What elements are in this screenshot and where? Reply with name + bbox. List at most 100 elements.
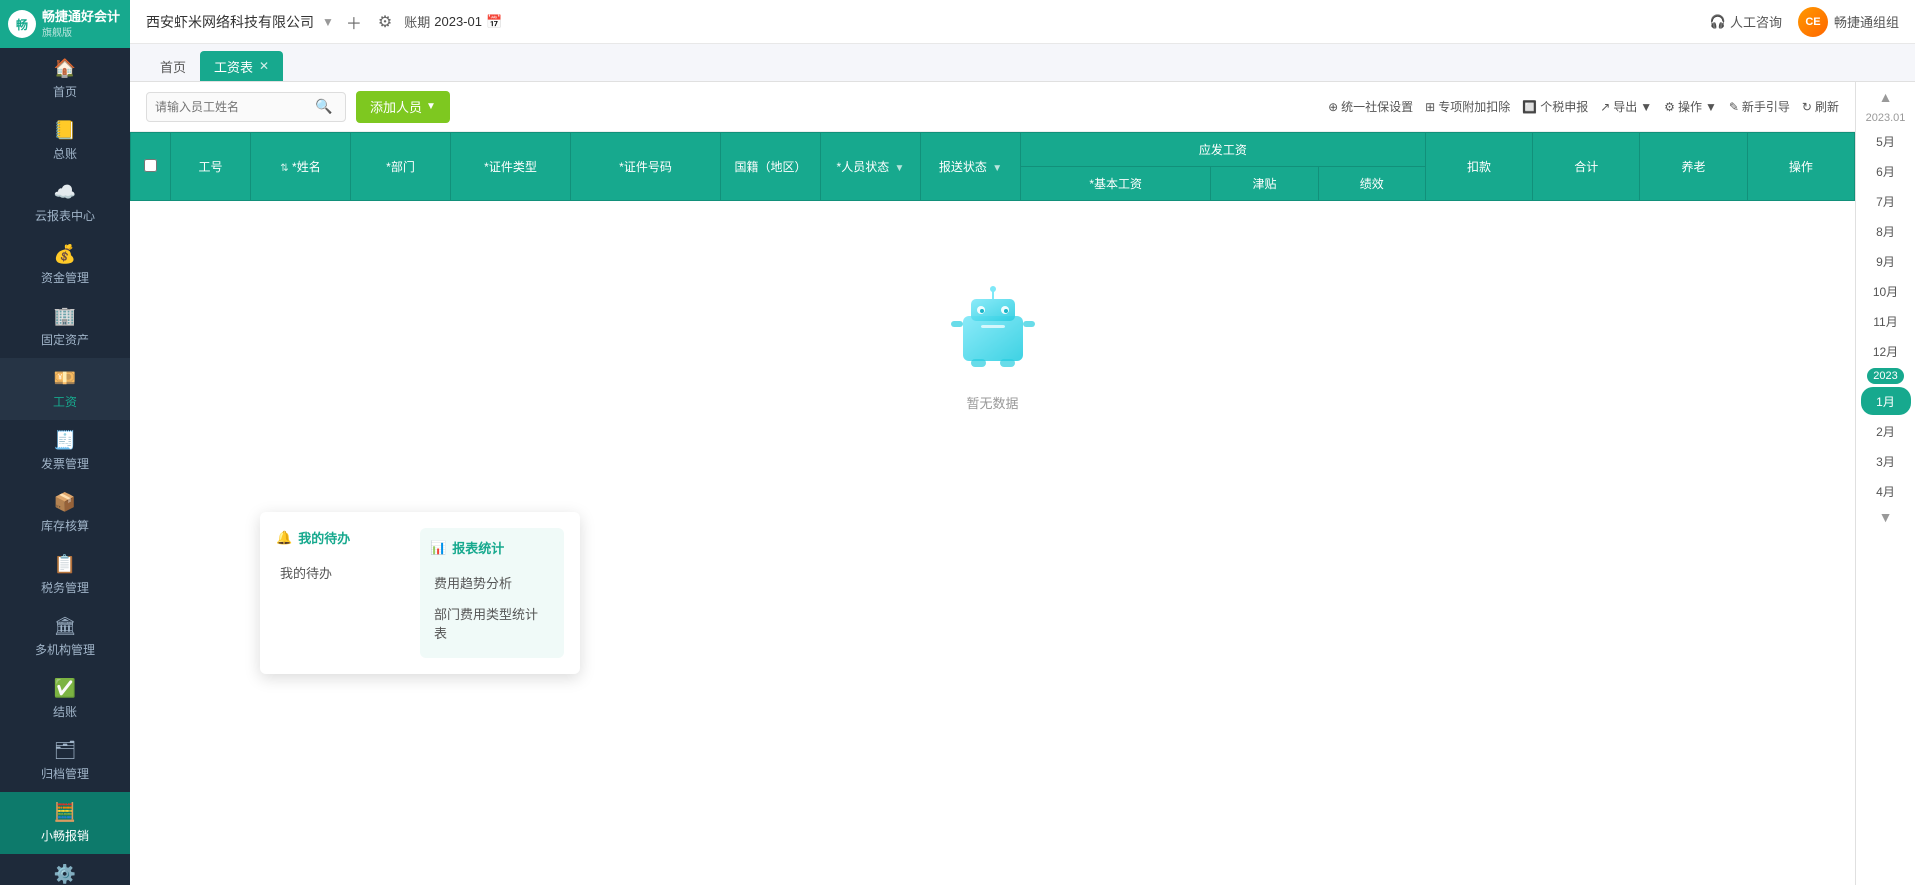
sidebar-item-cloud-report[interactable]: ☁️ 云报表中心: [0, 172, 130, 234]
month-item-11[interactable]: 11月: [1861, 307, 1911, 335]
month-item-1[interactable]: 1月: [1861, 387, 1911, 415]
deduct-icon: ⊞: [1425, 100, 1435, 114]
calendar-icon[interactable]: 📅: [486, 14, 502, 30]
sidebar-label-settle: 结账: [53, 703, 77, 720]
add-person-btn[interactable]: 添加人员 ▼: [356, 91, 450, 123]
sidebar-label-home: 首页: [53, 83, 77, 100]
person-status-filter-icon: ▼: [895, 163, 905, 174]
tab-close-btn[interactable]: ✕: [259, 59, 269, 73]
month-item-2[interactable]: 2月: [1861, 417, 1911, 445]
month-item-3[interactable]: 3月: [1861, 447, 1911, 475]
new-guide-btn[interactable]: ✎ 新手引导: [1729, 98, 1790, 115]
sidebar-item-inventory[interactable]: 📦 库存核算: [0, 482, 130, 544]
new-guide-icon: ✎: [1729, 100, 1739, 114]
operation-btn[interactable]: ⚙ 操作 ▼: [1664, 98, 1717, 115]
operation-icon: ⚙: [1664, 100, 1675, 114]
user-profile[interactable]: CE 畅捷通组组: [1798, 7, 1899, 37]
popup-item-my-todo[interactable]: 我的待办: [276, 557, 400, 588]
add-person-arrow-icon: ▼: [426, 101, 436, 112]
sidebar-item-basic[interactable]: ⚙️ 基础设置: [0, 854, 130, 885]
add-company-btn[interactable]: ＋: [342, 6, 366, 38]
social-security-btn[interactable]: ⊕ 统一社保设置: [1328, 98, 1413, 115]
sidebar-item-invoice[interactable]: 🧾 发票管理: [0, 420, 130, 482]
sidebar-item-fund[interactable]: 💰 资金管理: [0, 234, 130, 296]
month-item-4[interactable]: 4月: [1861, 477, 1911, 505]
service-btn[interactable]: 🎧 人工咨询: [1710, 12, 1782, 31]
deduct-label: 专项附加扣除: [1438, 98, 1510, 115]
sidebar-item-ledger[interactable]: 📒 总账: [0, 110, 130, 172]
main-area: 西安虾米网络科技有限公司 ▼ ＋ ⚙ 账期 2023-01 📅 🎧 人工咨询 C…: [130, 0, 1915, 885]
tab-home[interactable]: 首页: [146, 51, 200, 81]
tab-bar: 首页 工资表 ✕: [130, 44, 1915, 82]
month-item-12[interactable]: 12月: [1861, 337, 1911, 365]
sidebar-item-settle[interactable]: ✅ 结账: [0, 668, 130, 730]
operation-arrow-icon: ▼: [1705, 100, 1717, 114]
sidebar-item-archive[interactable]: 🗂 归档管理: [0, 730, 130, 792]
sidebar-icon-ledger: 📒: [54, 120, 76, 141]
tax-report-btn[interactable]: 🔲 个税申报: [1522, 98, 1588, 115]
sidebar-label-fixed-asset: 固定资产: [41, 331, 89, 348]
export-icon: ↗: [1600, 100, 1610, 114]
company-name[interactable]: 西安虾米网络科技有限公司: [146, 12, 314, 32]
search-icon[interactable]: 🔍: [315, 98, 332, 115]
th-total: 合计: [1533, 133, 1640, 201]
search-input[interactable]: [155, 100, 315, 114]
popup-col-todo: 🔔 我的待办 我的待办: [276, 528, 400, 658]
sidebar-item-xiaochang[interactable]: 🧮 小畅报销: [0, 792, 130, 854]
todo-icon: 🔔: [276, 530, 292, 546]
sidebar-icon-invoice: 🧾: [54, 430, 76, 451]
tax-label: 个税申报: [1540, 98, 1588, 115]
month-item-7[interactable]: 7月: [1861, 187, 1911, 215]
app-logo[interactable]: 畅 畅捷通好会计 旗舰版: [0, 0, 130, 48]
sidebar-item-multi-org[interactable]: 🏛 多机构管理: [0, 606, 130, 668]
th-allowance: 津贴: [1211, 167, 1318, 201]
deduct-btn[interactable]: ⊞ 专项附加扣除: [1425, 98, 1510, 115]
month-item-8[interactable]: 8月: [1861, 217, 1911, 245]
sidebar-icon-multi-org: 🏛: [54, 616, 77, 637]
sidebar-icon-cloud-report: ☁️: [54, 182, 76, 203]
month-nav-down[interactable]: ▼: [1872, 506, 1900, 528]
th-checkbox[interactable]: [131, 133, 171, 201]
popup-col-report-header: 📊 报表统计: [430, 538, 554, 557]
sidebar-icon-archive: 🗂: [54, 740, 77, 761]
month-item-6[interactable]: 6月: [1861, 157, 1911, 185]
export-btn[interactable]: ↗ 导出 ▼: [1600, 98, 1652, 115]
sidebar-icon-settle: ✅: [54, 678, 76, 699]
sidebar: 畅 畅捷通好会计 旗舰版 🏠 首页 📒 总账 ☁️ 云报表中心 💰 资金管理 🏢…: [0, 0, 130, 885]
sidebar-item-home[interactable]: 🏠 首页: [0, 48, 130, 110]
user-avatar: CE: [1798, 7, 1828, 37]
month-item-5[interactable]: 5月: [1861, 127, 1911, 155]
sidebar-item-fixed-asset[interactable]: 🏢 固定资产: [0, 296, 130, 358]
topbar: 西安虾米网络科技有限公司 ▼ ＋ ⚙ 账期 2023-01 📅 🎧 人工咨询 C…: [130, 0, 1915, 44]
month-item-10[interactable]: 10月: [1861, 277, 1911, 305]
th-deduct: 扣款: [1425, 133, 1532, 201]
tab-salary-table[interactable]: 工资表 ✕: [200, 51, 283, 81]
refresh-btn[interactable]: ↻ 刷新: [1802, 98, 1839, 115]
tax-icon: 🔲: [1522, 100, 1537, 114]
sidebar-label-fund: 资金管理: [41, 269, 89, 286]
sidebar-label-tax: 税务管理: [41, 579, 89, 596]
popup-todo-title: 我的待办: [298, 528, 350, 547]
settings-btn[interactable]: ⚙: [374, 8, 396, 36]
popup-item-dept-cost[interactable]: 部门费用类型统计表: [430, 598, 554, 648]
sidebar-item-salary[interactable]: 💴 工资: [0, 358, 130, 420]
th-name[interactable]: ⇅ *姓名: [251, 133, 351, 201]
th-report-status[interactable]: 报送状态 ▼: [921, 133, 1021, 201]
sidebar-icon-fund: 💰: [54, 244, 76, 265]
th-person-status[interactable]: *人员状态 ▼: [821, 133, 921, 201]
month-item-9[interactable]: 9月: [1861, 247, 1911, 275]
salary-table-wrap: 工号 ⇅ *姓名 *部门 *证件类型 *证件号码 国籍（地区） *人员状态 ▼: [130, 132, 1855, 885]
month-nav-up[interactable]: ▲: [1872, 86, 1900, 108]
export-arrow-icon: ▼: [1640, 100, 1652, 114]
sidebar-label-ledger: 总账: [53, 145, 77, 162]
popup-item-cost-trend[interactable]: 费用趋势分析: [430, 567, 554, 598]
search-wrap[interactable]: 🔍: [146, 92, 346, 122]
th-number: 工号: [171, 133, 251, 201]
company-dropdown-arrow[interactable]: ▼: [322, 15, 334, 29]
select-all-checkbox[interactable]: [144, 159, 157, 172]
tab-home-label: 首页: [160, 57, 186, 76]
period-value[interactable]: 2023-01: [434, 14, 482, 29]
sidebar-icon-fixed-asset: 🏢: [54, 306, 76, 327]
app-sub: 旗舰版: [42, 24, 120, 39]
sidebar-item-tax[interactable]: 📋 税务管理: [0, 544, 130, 606]
